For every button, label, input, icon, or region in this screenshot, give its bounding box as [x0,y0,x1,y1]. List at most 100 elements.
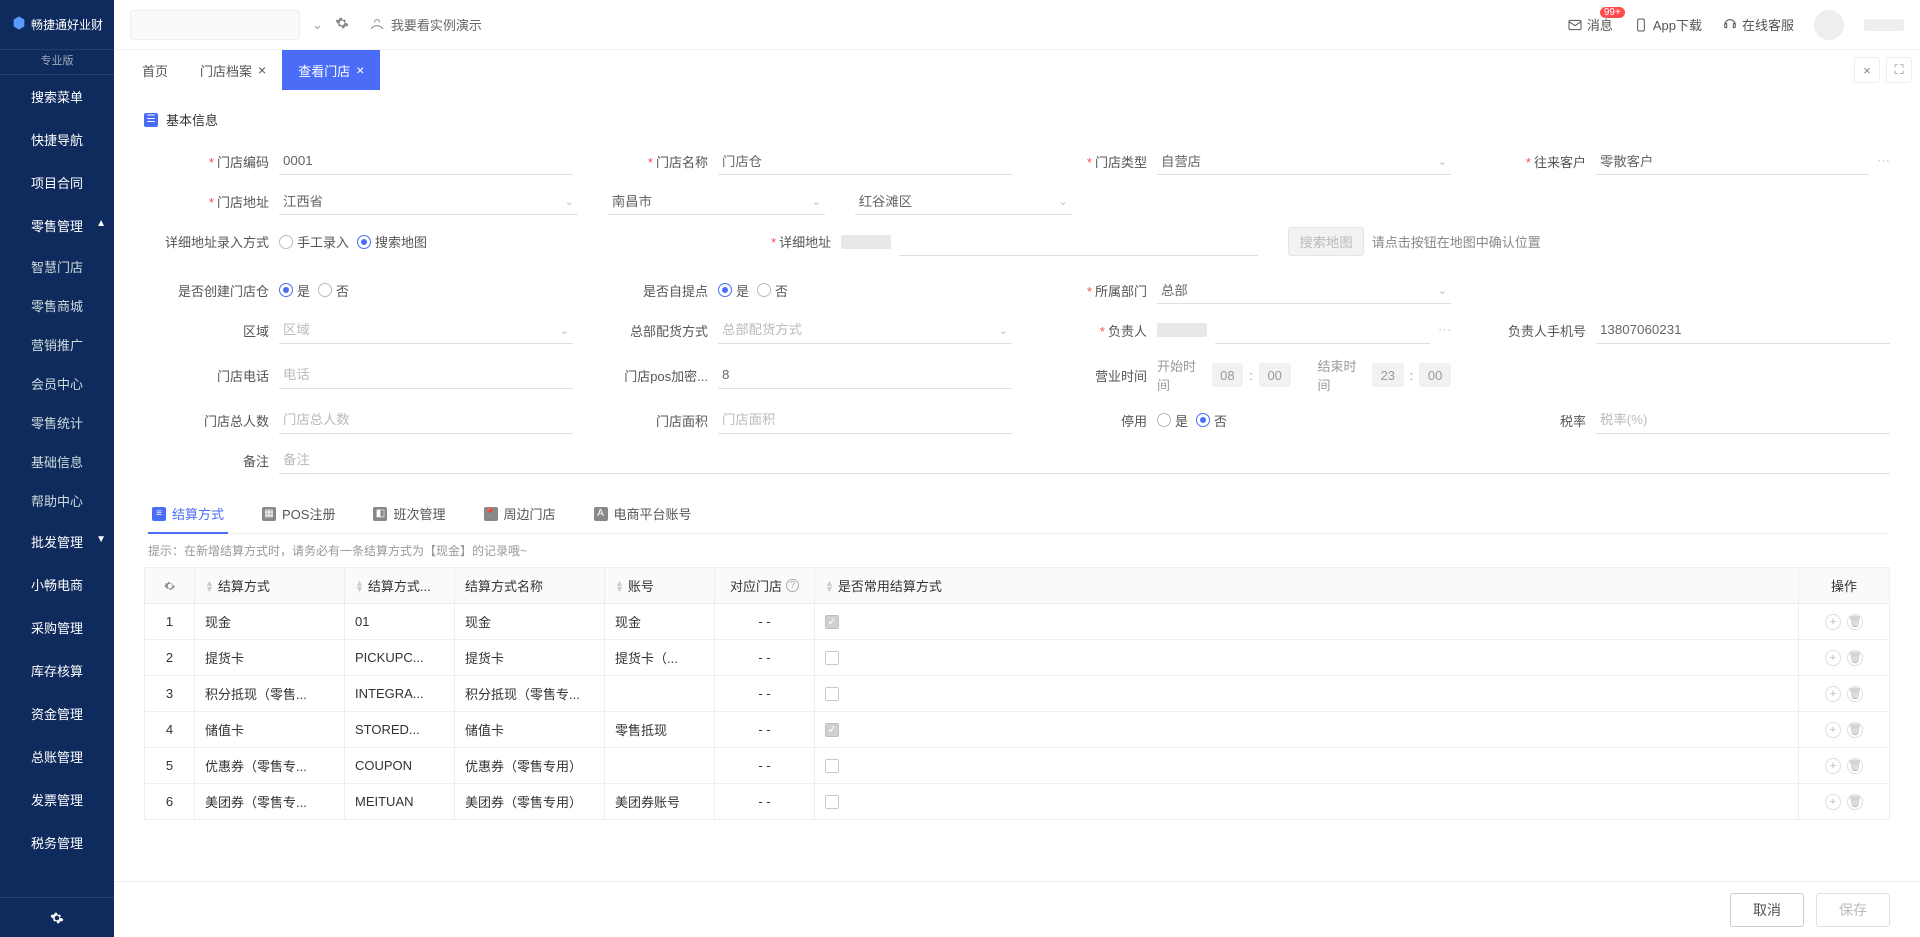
close-icon[interactable]: × [258,62,266,78]
detail-address-input[interactable] [899,228,1258,256]
delete-icon[interactable]: 🗑 [1847,650,1863,666]
mode-map-radio[interactable]: 搜索地图 [357,232,427,251]
sidebar-item[interactable]: 库存核算 [0,649,114,692]
store-type-select[interactable] [1157,147,1451,175]
region-select[interactable] [279,316,573,344]
create-wh-yes[interactable]: 是 [279,281,310,300]
sidebar-item[interactable]: 采购管理 [0,606,114,649]
close-icon[interactable]: × [356,62,364,78]
sidebar-item[interactable]: 小畅电商 [0,563,114,606]
supply-select[interactable] [718,316,1012,344]
tax-input[interactable] [1596,406,1890,434]
sidebar-item[interactable]: 税务管理 [0,821,114,864]
pos-input[interactable] [718,361,1012,389]
table-row[interactable]: 4储值卡STORED...储值卡零售抵现- -✓+🗑 [145,712,1889,748]
delete-icon[interactable]: 🗑 [1847,614,1863,630]
area-input[interactable] [718,406,1012,434]
tab-store-archive[interactable]: 门店档案× [184,50,282,90]
table-row[interactable]: 1现金01现金现金- -✓+🗑 [145,604,1889,640]
city-select[interactable] [608,187,825,215]
delete-icon[interactable]: 🗑 [1847,758,1863,774]
sidebar-subitem[interactable]: 零售商城 [0,286,114,325]
self-pick-yes[interactable]: 是 [718,281,749,300]
cancel-button[interactable]: 取消 [1730,893,1804,927]
delete-icon[interactable]: 🗑 [1847,686,1863,702]
table-row[interactable]: 5优惠券（零售专...COUPON优惠券（零售专用）- -+🗑 [145,748,1889,784]
staff-input[interactable] [279,406,573,434]
subtab-shift[interactable]: ◧班次管理 [369,494,449,533]
download-button[interactable]: App下载 [1633,15,1702,34]
sidebar-subitem[interactable]: 零售统计 [0,403,114,442]
store-code-input[interactable] [279,147,573,175]
search-map-button[interactable]: 搜索地图 [1288,227,1363,256]
dept-select[interactable] [1157,276,1451,304]
tab-home[interactable]: 首页 [126,50,184,90]
th-store[interactable]: 对应门店? [715,568,815,603]
sidebar-item[interactable]: 总账管理 [0,735,114,778]
add-icon[interactable]: + [1825,758,1841,774]
end-min[interactable]: 00 [1419,363,1451,387]
avatar[interactable] [1814,10,1844,40]
subtab-nearby[interactable]: 📍周边门店 [480,494,560,533]
start-hour[interactable]: 08 [1212,363,1244,387]
add-icon[interactable]: + [1825,722,1841,738]
store-phone-input[interactable] [279,361,573,389]
close-all-icon[interactable]: × [1854,57,1880,83]
mode-manual-radio[interactable]: 手工录入 [279,232,349,251]
table-row[interactable]: 3积分抵现（零售...INTEGRA...积分抵现（零售专...- -+🗑 [145,676,1889,712]
start-min[interactable]: 00 [1259,363,1291,387]
province-select[interactable] [279,187,578,215]
workspace-selector[interactable] [130,10,300,40]
district-select[interactable] [855,187,1072,215]
sidebar-item[interactable]: 零售管理▲ [0,204,114,247]
subtab-settlement[interactable]: ≡结算方式 [148,494,228,533]
th-settle-method[interactable]: ▲▼结算方式 [195,568,345,603]
remark-input[interactable] [279,446,1890,474]
sidebar-item[interactable]: 批发管理▼ [0,520,114,563]
end-hour[interactable]: 23 [1372,363,1404,387]
add-icon[interactable]: + [1825,650,1841,666]
fullscreen-icon[interactable]: ⛶ [1886,57,1912,83]
delete-icon[interactable]: 🗑 [1847,722,1863,738]
tab-view-store[interactable]: 查看门店× [282,50,380,90]
disable-yes[interactable]: 是 [1157,411,1188,430]
demo-link[interactable]: 我要看实例演示 [369,15,482,34]
subtab-ecom[interactable]: A电商平台账号 [590,494,696,533]
delete-icon[interactable]: 🗑 [1847,794,1863,810]
owner-input[interactable] [1215,316,1430,344]
subtab-pos[interactable]: ▦POS注册 [258,494,339,533]
table-row[interactable]: 6美团券（零售专...MEITUAN美团券（零售专用）美团券账号- -+🗑 [145,784,1889,820]
sidebar-item[interactable]: 项目合同 [0,161,114,204]
sidebar-item[interactable]: 资金管理 [0,692,114,735]
sidebar-subitem[interactable]: 会员中心 [0,364,114,403]
chevron-down-icon[interactable]: ⌄ [312,17,323,33]
add-icon[interactable]: + [1825,686,1841,702]
service-button[interactable]: 在线客服 [1722,15,1794,34]
th-account[interactable]: ▲▼账号 [605,568,715,603]
sidebar-item[interactable]: 发票管理 [0,778,114,821]
add-icon[interactable]: + [1825,794,1841,810]
gear-icon[interactable] [335,16,349,33]
sidebar-subitem[interactable]: 营销推广 [0,325,114,364]
th-settle-code[interactable]: ▲▼结算方式... [345,568,455,603]
sidebar-subitem[interactable]: 智慧门店 [0,247,114,286]
sidebar-item[interactable]: 搜索菜单 [0,75,114,118]
store-name-input[interactable] [718,147,1012,175]
add-icon[interactable]: + [1825,614,1841,630]
disable-no[interactable]: 否 [1196,411,1227,430]
table-row[interactable]: 2提货卡PICKUPC...提货卡提货卡（...- -+🗑 [145,640,1889,676]
self-pick-no[interactable]: 否 [757,281,788,300]
th-settle-name[interactable]: 结算方式名称 [455,568,605,603]
sidebar-settings[interactable] [0,897,114,937]
customer-input[interactable] [1596,147,1869,175]
sidebar-subitem[interactable]: 帮助中心 [0,481,114,520]
table-settings-icon[interactable] [145,568,195,603]
save-button[interactable]: 保存 [1816,893,1890,927]
owner-phone-input[interactable] [1596,316,1890,344]
sidebar-item[interactable]: 快捷导航 [0,118,114,161]
create-wh-no[interactable]: 否 [318,281,349,300]
th-common[interactable]: ▲▼是否常用结算方式 [815,568,1799,603]
sidebar-subitem[interactable]: 基础信息 [0,442,114,481]
messages-button[interactable]: 消息 99+ [1567,15,1613,34]
help-icon[interactable]: ? [786,579,799,592]
